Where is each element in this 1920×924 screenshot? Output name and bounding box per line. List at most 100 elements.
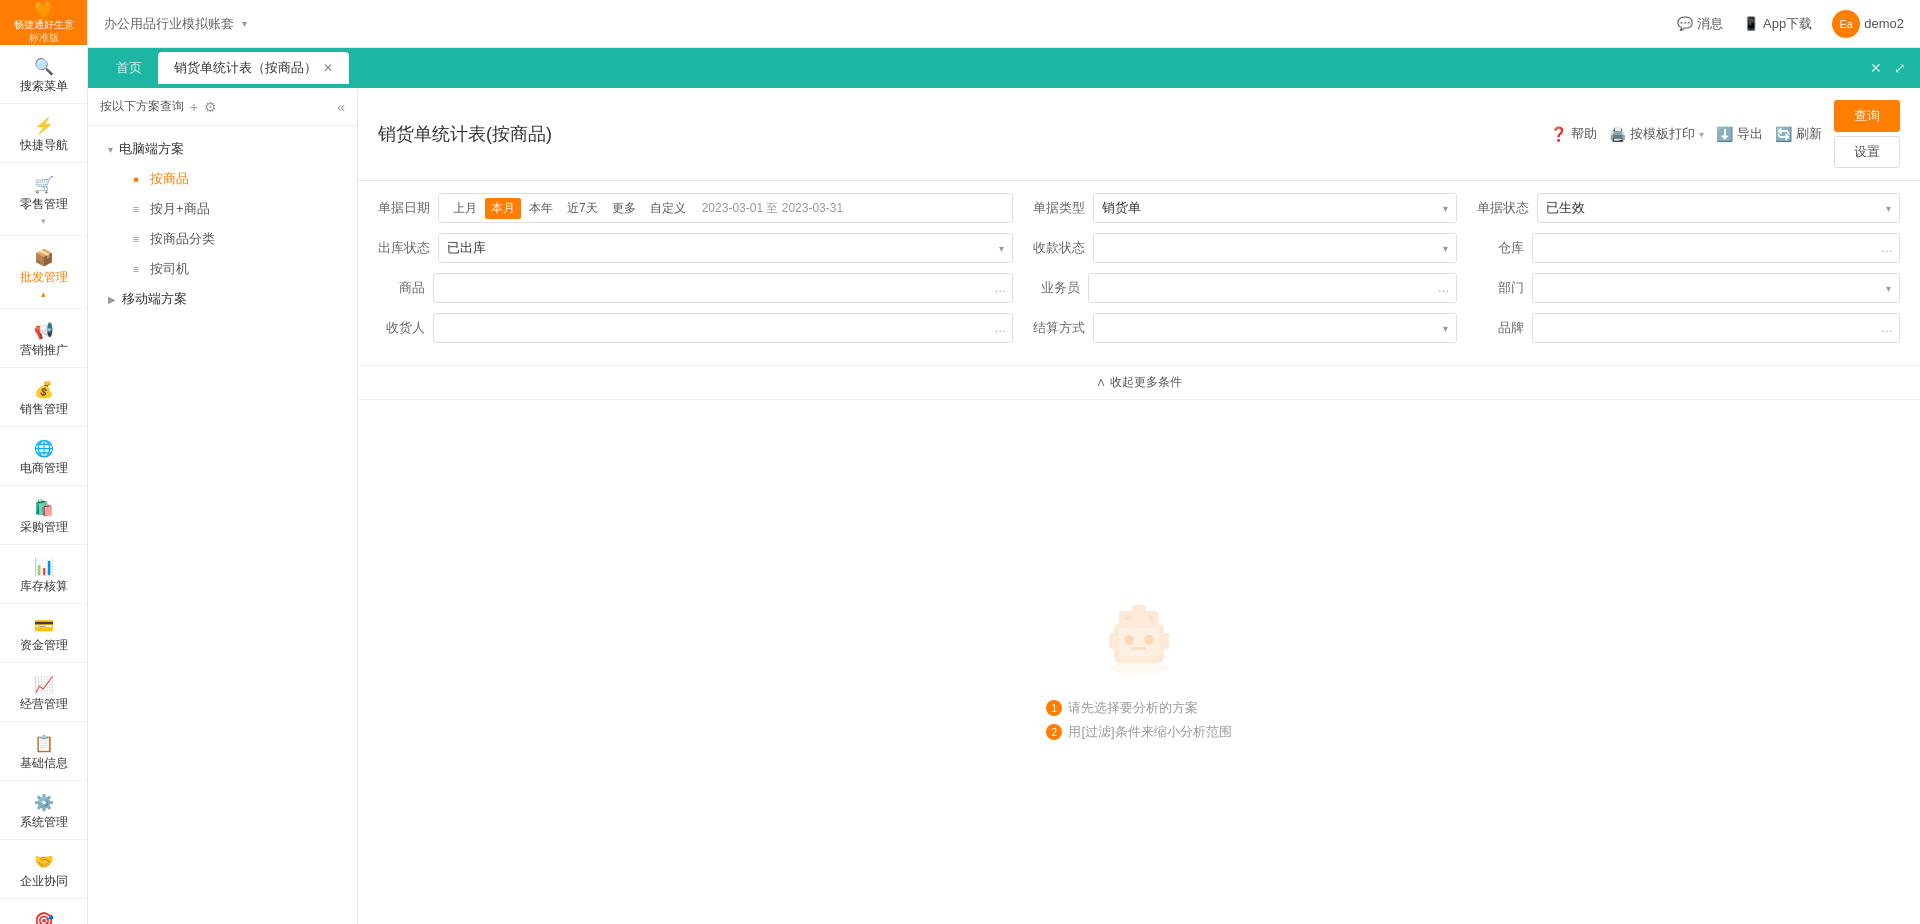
sidebar-item-sales[interactable]: 💰 销售管理: [0, 368, 87, 427]
tab-home[interactable]: 首页: [100, 52, 158, 84]
expand-tab-button[interactable]: ⤢: [1892, 58, 1908, 78]
pc-expand-icon: ▾: [108, 144, 113, 155]
out-status-arrow-icon: ▾: [999, 243, 1004, 254]
query-button[interactable]: 查询: [1834, 100, 1900, 132]
by-goods-label: 按商品: [150, 170, 189, 188]
print-button[interactable]: 🖨️ 按模板打印 ▾: [1609, 125, 1704, 143]
inventory-icon: 📊: [4, 557, 83, 576]
tab-sales-stat[interactable]: 销货单统计表（按商品） ✕: [158, 52, 349, 84]
tree-parent-pc[interactable]: ▾ 电脑端方案: [88, 134, 357, 164]
tree-parent-mobile[interactable]: ▶ 移动端方案: [88, 284, 357, 314]
app-logo[interactable]: 🧡 畅捷通好生意 标准版: [0, 0, 87, 45]
this-year-btn[interactable]: 本年: [523, 198, 559, 219]
sidebar-item-wholesale[interactable]: 📦 批发管理 ▴: [0, 236, 87, 309]
tree-child-by-cashier[interactable]: ≡ 按司机: [88, 254, 357, 284]
breadcrumb[interactable]: 办公用品行业模拟账套: [104, 15, 234, 33]
receipt-status-control[interactable]: ▾: [1093, 233, 1456, 263]
tab-close-icon[interactable]: ✕: [323, 61, 333, 75]
filter-row-3: 商品 … 业务员 …: [378, 273, 1900, 303]
dept-control[interactable]: ▾: [1532, 273, 1900, 303]
svg-point-3: [1124, 635, 1134, 645]
wholesale-icon: 📦: [4, 248, 83, 267]
sidebar-item-system[interactable]: ⚙️ 系统管理: [0, 781, 87, 840]
sidebar: 🧡 畅捷通好生意 标准版 🔍 搜索菜单 ⚡ 快捷导航 🛒 零售管理 ▾ 📦 批发…: [0, 0, 88, 924]
filter-item-doc-type: 单据类型 销货单 ▾: [1033, 193, 1456, 223]
by-month-goods-icon: ≡: [128, 201, 144, 217]
empty-tip-2: 2 用[过滤]条件来缩小分析范围: [1046, 723, 1231, 741]
refresh-button[interactable]: 🔄 刷新: [1775, 125, 1822, 143]
add-scheme-icon[interactable]: +: [190, 99, 198, 115]
brand-control[interactable]: …: [1532, 313, 1900, 343]
more-btn[interactable]: 更多: [606, 198, 642, 219]
sidebar-item-marketing[interactable]: 📢 营销推广: [0, 309, 87, 368]
sidebar-item-basic[interactable]: 📋 基础信息: [0, 722, 87, 781]
last-month-btn[interactable]: 上月: [447, 198, 483, 219]
sidebar-item-ecommerce[interactable]: 🌐 电商管理: [0, 427, 87, 486]
this-month-btn[interactable]: 本月: [485, 198, 521, 219]
dept-label: 部门: [1477, 279, 1532, 297]
by-month-goods-label: 按月+商品: [150, 200, 210, 218]
collapse-bar[interactable]: ∧ 收起更多条件: [358, 365, 1920, 399]
salesperson-label: 业务员: [1033, 279, 1088, 297]
breadcrumb-dropdown-icon[interactable]: ▾: [242, 18, 247, 29]
tree-child-by-goods-category[interactable]: ≡ 按商品分类: [88, 224, 357, 254]
filter-item-brand: 品牌 …: [1477, 313, 1900, 343]
tree-child-by-month-goods[interactable]: ≡ 按月+商品: [88, 194, 357, 224]
tabbar-actions: ✕ ⤢: [1868, 58, 1908, 78]
tree-child-by-goods[interactable]: ● 按商品: [88, 164, 357, 194]
sidebar-item-label: 营销推广: [4, 342, 83, 359]
warehouse-control[interactable]: …: [1532, 233, 1900, 263]
sidebar-item-finance[interactable]: 💳 资金管理: [0, 604, 87, 663]
doc-status-arrow-icon: ▾: [1886, 203, 1891, 214]
help-label: 帮助: [1571, 125, 1597, 143]
logo-icon: 🧡: [34, 0, 54, 19]
date-control[interactable]: 上月 本月 本年 近7天 更多 自定义 2023-03-01 至 2023-03…: [438, 193, 1013, 223]
sidebar-item-retail[interactable]: 🛒 零售管理 ▾: [0, 163, 87, 236]
settings-scheme-icon[interactable]: ⚙: [204, 99, 217, 115]
custom-btn[interactable]: 自定义: [644, 198, 692, 219]
goods-control[interactable]: …: [433, 273, 1013, 303]
app-download-button[interactable]: 📱 App下载: [1743, 15, 1812, 33]
app-name: 畅捷通好生意: [14, 19, 74, 31]
avatar-initials: Ea: [1840, 18, 1853, 30]
topbar: 办公用品行业模拟账套 ▾ 💬 消息 📱 App下载 Ea demo2: [88, 0, 1920, 48]
filter-item-doc-status: 单据状态 已生效 ▾: [1477, 193, 1900, 223]
sidebar-item-label: 系统管理: [4, 814, 83, 831]
close-tab-button[interactable]: ✕: [1868, 58, 1884, 78]
sidebar-item-label: 企业协同: [4, 873, 83, 890]
collapse-panel-icon[interactable]: «: [337, 99, 345, 115]
filter-item-out-status: 出库状态 已出库 ▾: [378, 233, 1013, 263]
salesperson-control[interactable]: …: [1088, 273, 1456, 303]
settings-button[interactable]: 设置: [1834, 136, 1900, 168]
sidebar-item-quicknav[interactable]: ⚡ 快捷导航: [0, 104, 87, 163]
by-goods-category-icon: ≡: [128, 231, 144, 247]
sidebar-item-operations[interactable]: 📈 经营管理: [0, 663, 87, 722]
recipient-label: 收货人: [378, 319, 433, 337]
export-button[interactable]: ⬇️ 导出: [1716, 125, 1763, 143]
settlement-control[interactable]: ▾: [1093, 313, 1456, 343]
tip-num-2: 2: [1046, 724, 1062, 740]
avatar[interactable]: Ea: [1832, 10, 1860, 38]
doc-status-control[interactable]: 已生效 ▾: [1537, 193, 1900, 223]
message-button[interactable]: 💬 消息: [1677, 15, 1723, 33]
settlement-arrow-icon: ▾: [1443, 323, 1448, 334]
tab-sales-stat-label: 销货单统计表（按商品）: [174, 59, 317, 77]
sidebar-item-inventory[interactable]: 📊 库存核算: [0, 545, 87, 604]
sidebar-item-newbie[interactable]: 🎯 新手引导: [0, 899, 87, 924]
out-status-control[interactable]: 已出库 ▾: [438, 233, 1013, 263]
recipient-control[interactable]: …: [433, 313, 1013, 343]
sidebar-item-label: 经营管理: [4, 696, 83, 713]
sidebar-item-search[interactable]: 🔍 搜索菜单: [0, 45, 87, 104]
user-menu[interactable]: Ea demo2: [1832, 10, 1904, 38]
message-icon: 💬: [1677, 16, 1693, 31]
sidebar-item-purchase[interactable]: 🛍️ 采购管理: [0, 486, 87, 545]
sidebar-item-label: 基础信息: [4, 755, 83, 772]
doc-type-control[interactable]: 销货单 ▾: [1093, 193, 1456, 223]
last-7-btn[interactable]: 近7天: [561, 198, 604, 219]
tip-num-1: 1: [1046, 700, 1062, 716]
sidebar-item-collab[interactable]: 🤝 企业协同: [0, 840, 87, 899]
help-button[interactable]: ❓ 帮助: [1550, 125, 1597, 143]
filter-item-receipt-status: 收款状态 ▾: [1033, 233, 1456, 263]
svg-rect-8: [1109, 633, 1117, 649]
sales-icon: 💰: [4, 380, 83, 399]
